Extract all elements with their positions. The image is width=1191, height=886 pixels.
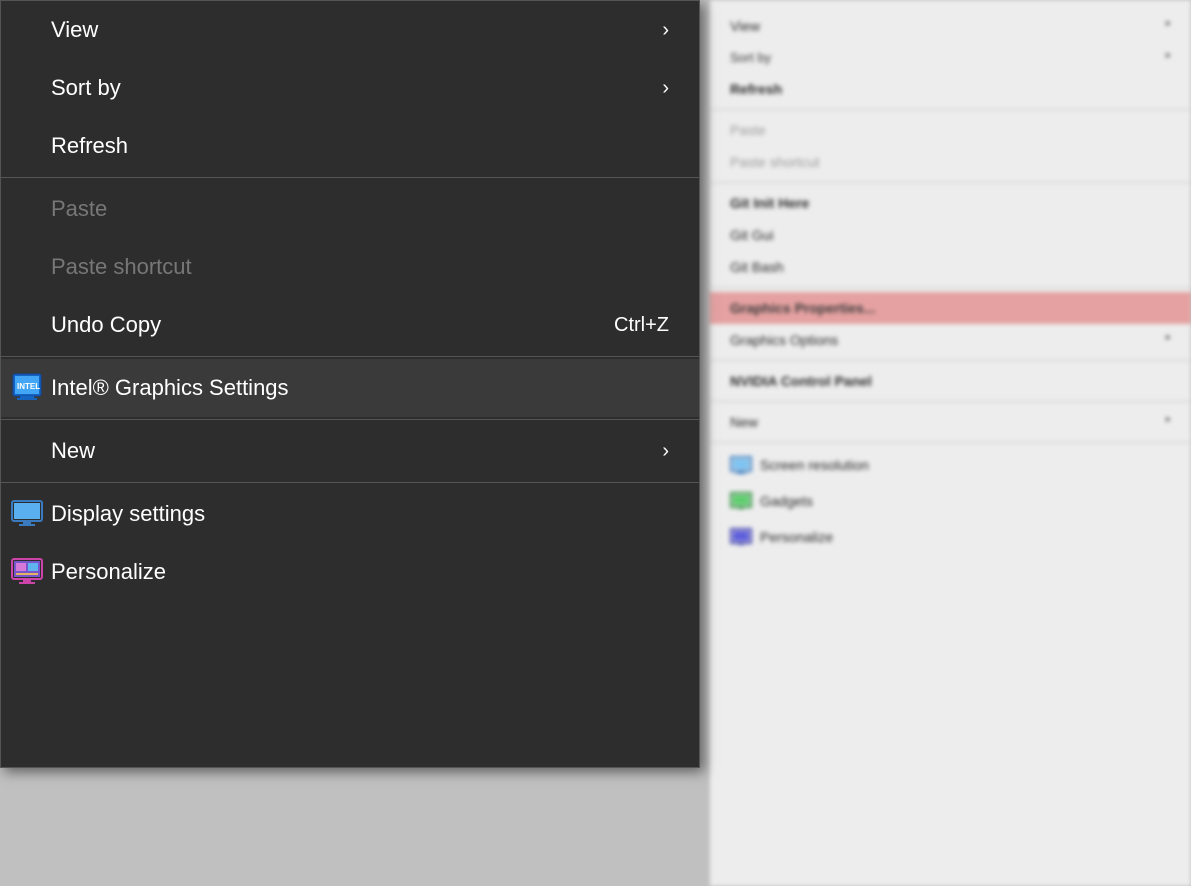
menu-item-personalize[interactable]: Personalize [1, 543, 699, 601]
menu-item-personalize-label: Personalize [51, 559, 166, 585]
bg-menu-git-bash: Git Bash [710, 251, 1191, 283]
sort-by-arrow-icon: › [662, 77, 669, 100]
svg-text:INTEL: INTEL [17, 382, 40, 391]
bg-menu-personalize-bg: Personalize [710, 519, 1191, 555]
menu-item-refresh-label: Refresh [51, 133, 128, 159]
menu-item-refresh[interactable]: Refresh [1, 117, 699, 175]
menu-item-sort-by-label: Sort by [51, 75, 121, 101]
personalize-icon [11, 556, 43, 588]
menu-item-paste-label: Paste [51, 196, 107, 222]
intel-graphics-icon: INTEL [11, 372, 43, 404]
menu-item-undo-copy-label: Undo Copy [51, 312, 161, 338]
bg-menu-gadgets: Gadgets [710, 483, 1191, 519]
gadgets-icon [730, 490, 752, 512]
bg-menu-new: New [710, 406, 1191, 438]
new-arrow-icon: › [662, 440, 669, 463]
bg-menu-graphics-options: Graphics Options [710, 324, 1191, 356]
bg-divider-4 [710, 360, 1191, 361]
menu-item-new[interactable]: New › [1, 422, 699, 480]
bg-divider-1 [710, 109, 1191, 110]
dark-context-menu: View › Sort by › Refresh Paste Paste sho… [0, 0, 700, 768]
bg-menu-refresh: Refresh [710, 73, 1191, 105]
menu-item-display-settings[interactable]: Display settings [1, 485, 699, 543]
divider-2 [1, 356, 699, 357]
bg-menu-paste: Paste [710, 114, 1191, 146]
menu-item-sort-by[interactable]: Sort by › [1, 59, 699, 117]
personalize-bg-icon [730, 526, 752, 548]
menu-item-paste: Paste [1, 180, 699, 238]
background-context-menu: View Sort by Refresh Paste Paste shortcu… [710, 0, 1191, 886]
undo-copy-shortcut: Ctrl+Z [614, 314, 669, 337]
screen-resolution-icon [730, 454, 752, 476]
divider-1 [1, 177, 699, 178]
bg-menu-nvidia: NVIDIA Control Panel [710, 365, 1191, 397]
bg-divider-5 [710, 401, 1191, 402]
menu-item-view[interactable]: View › [1, 1, 699, 59]
bg-menu-git-gui: Git Gui [710, 219, 1191, 251]
menu-item-intel-graphics[interactable]: INTEL Intel® Graphics Settings [1, 359, 699, 417]
bg-divider-6 [710, 442, 1191, 443]
bg-menu-graphics-properties: Graphics Properties... [710, 292, 1191, 324]
bg-menu-sort-by: Sort by [710, 42, 1191, 73]
menu-item-paste-shortcut-label: Paste shortcut [51, 254, 192, 280]
bg-menu-view: View [710, 10, 1191, 42]
menu-item-intel-graphics-label: Intel® Graphics Settings [51, 375, 289, 401]
view-arrow-icon: › [662, 19, 669, 42]
display-settings-icon [11, 498, 43, 530]
menu-item-undo-copy[interactable]: Undo Copy Ctrl+Z [1, 296, 699, 354]
bg-menu-paste-shortcut: Paste shortcut [710, 146, 1191, 178]
bg-menu-git-init: Git Init Here [710, 187, 1191, 219]
divider-3 [1, 419, 699, 420]
menu-item-new-label: New [51, 438, 95, 464]
menu-item-paste-shortcut: Paste shortcut [1, 238, 699, 296]
bg-divider-3 [710, 287, 1191, 288]
bg-menu-screen-resolution: Screen resolution [710, 447, 1191, 483]
menu-item-display-settings-label: Display settings [51, 501, 205, 527]
menu-item-view-label: View [51, 17, 98, 43]
divider-4 [1, 482, 699, 483]
bg-divider-2 [710, 182, 1191, 183]
